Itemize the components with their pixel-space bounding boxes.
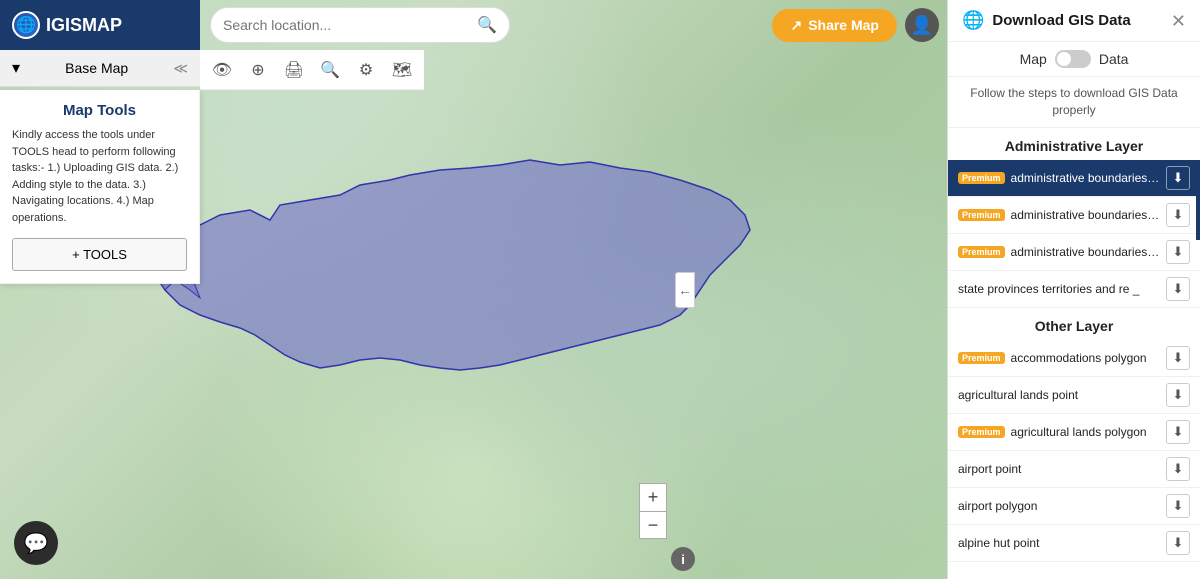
panel-collapse-arrow[interactable]: ←: [675, 272, 695, 308]
admin-layer-item-2[interactable]: Premium administrative boundaries provin…: [948, 234, 1200, 271]
expand-icon: ▾: [12, 58, 20, 78]
map-area[interactable]: 🌐 IGISMAP 🔍 ↗ Share Map 👤 ▾ Base Map ≪ 👁…: [0, 0, 947, 579]
other-download-icon-5[interactable]: ⬇: [1166, 531, 1190, 555]
other-layer-item-3[interactable]: airport point ⬇: [948, 451, 1200, 488]
tools-button[interactable]: + TOOLS: [12, 238, 187, 271]
other-download-icon-0[interactable]: ⬇: [1166, 346, 1190, 370]
logo-area: 🌐 IGISMAP: [0, 0, 200, 50]
sidebar-header-left: 🌐 Download GIS Data: [962, 10, 1131, 31]
other-layer-name-2: agricultural lands polygon: [1011, 425, 1160, 439]
admin-layer-item-3[interactable]: state provinces territories and re _ ⬇: [948, 271, 1200, 308]
chat-bubble-button[interactable]: 💬: [14, 521, 58, 565]
basemap-label: Base Map: [65, 60, 128, 76]
share-map-label: Share Map: [808, 17, 879, 33]
sidebar-title: Download GIS Data: [992, 12, 1130, 29]
download-icon-2[interactable]: ⬇: [1166, 240, 1190, 264]
other-premium-badge-0: Premium: [958, 352, 1005, 364]
print-icon[interactable]: 🖨: [280, 56, 308, 84]
zoom-in-button[interactable]: +: [639, 483, 667, 511]
premium-badge-1: Premium: [958, 209, 1005, 221]
premium-badge-0: Premium: [958, 172, 1005, 184]
admin-layer-name-2: administrative boundaries provin...: [1011, 245, 1160, 259]
download-icon-3[interactable]: ⬇: [1166, 277, 1190, 301]
sidebar-globe-icon: 🌐: [962, 10, 984, 31]
other-layer-name-0: accommodations polygon: [1011, 351, 1160, 365]
other-layer-item-2[interactable]: Premium agricultural lands polygon ⬇: [948, 414, 1200, 451]
other-layer-item-0[interactable]: Premium accommodations polygon ⬇: [948, 340, 1200, 377]
share-icon: ↗: [790, 17, 802, 34]
toggle-knob: [1057, 52, 1071, 66]
download-icon-1[interactable]: ⬇: [1166, 203, 1190, 227]
admin-layer-item-0[interactable]: Premium administrative boundaries nation…: [948, 160, 1200, 197]
other-download-icon-2[interactable]: ⬇: [1166, 420, 1190, 444]
zoom-controls: + −: [639, 483, 667, 539]
other-section-header: Other Layer: [948, 308, 1200, 340]
sidebar-accent-bar: [1196, 160, 1200, 240]
premium-badge-2: Premium: [958, 246, 1005, 258]
follow-steps-text: Follow the steps to download GIS Data pr…: [948, 77, 1200, 128]
admin-layer-name-0: administrative boundaries nation _: [1011, 171, 1160, 185]
search-icon[interactable]: 🔍: [477, 15, 497, 35]
app-name: IGISMAP: [46, 15, 122, 36]
collapse-icon: ≪: [173, 60, 188, 77]
search-bar[interactable]: 🔍: [210, 7, 510, 43]
target-icon[interactable]: ⊕: [244, 56, 272, 84]
user-icon: 👤: [911, 15, 933, 36]
sidebar-header: 🌐 Download GIS Data ✕: [948, 0, 1200, 42]
toggle-map-label: Map: [1020, 51, 1047, 67]
map-tools-description: Kindly access the tools under TOOLS head…: [12, 127, 187, 226]
other-layer-item-5[interactable]: alpine hut point ⬇: [948, 525, 1200, 562]
other-premium-badge-2: Premium: [958, 426, 1005, 438]
other-layer-name-4: airport polygon: [958, 499, 1160, 513]
admin-layer-name-3: state provinces territories and re _: [958, 282, 1160, 296]
logo-globe-icon: 🌐: [12, 11, 40, 39]
other-download-icon-4[interactable]: ⬇: [1166, 494, 1190, 518]
user-avatar[interactable]: 👤: [905, 8, 939, 42]
search-input[interactable]: [223, 17, 477, 33]
map-tools-panel: Map Tools Kindly access the tools under …: [0, 90, 200, 284]
basemap-section: ▾ Base Map ≪: [0, 50, 200, 87]
map-data-toggle-switch[interactable]: [1055, 50, 1091, 68]
admin-layer-name-1: administrative boundaries polygon: [1011, 208, 1160, 222]
sidebar-content[interactable]: Administrative Layer Premium administrat…: [948, 128, 1200, 579]
admin-layer-item-1[interactable]: Premium administrative boundaries polygo…: [948, 197, 1200, 234]
share-map-button[interactable]: ↗ Share Map: [772, 9, 897, 42]
map-tools-title: Map Tools: [12, 102, 187, 119]
sidebar-close-button[interactable]: ✕: [1171, 12, 1186, 30]
info-button[interactable]: i: [671, 547, 695, 571]
settings-icon[interactable]: ⚙: [352, 56, 380, 84]
download-icon-0[interactable]: ⬇: [1166, 166, 1190, 190]
layers-icon[interactable]: 🗺: [388, 56, 416, 84]
other-download-icon-1[interactable]: ⬇: [1166, 383, 1190, 407]
basemap-toggle[interactable]: ▾ Base Map ≪: [0, 50, 200, 87]
other-download-icon-3[interactable]: ⬇: [1166, 457, 1190, 481]
zoom-search-icon[interactable]: 🔍: [316, 56, 344, 84]
map-data-toggle-row: Map Data: [948, 42, 1200, 77]
other-layer-name-1: agricultural lands point: [958, 388, 1160, 402]
other-layer-name-3: airport point: [958, 462, 1160, 476]
other-layer-name-5: alpine hut point: [958, 536, 1160, 550]
other-layer-item-4[interactable]: airport polygon ⬇: [948, 488, 1200, 525]
sidebar-panel: 🌐 Download GIS Data ✕ Map Data Follow th…: [947, 0, 1200, 579]
visibility-icon[interactable]: 👁: [208, 56, 236, 84]
other-layer-item-1[interactable]: agricultural lands point ⬇: [948, 377, 1200, 414]
admin-section-header: Administrative Layer: [948, 128, 1200, 160]
zoom-out-button[interactable]: −: [639, 511, 667, 539]
toggle-data-label: Data: [1099, 51, 1129, 67]
map-controls-bar: 👁 ⊕ 🖨 🔍 ⚙ 🗺: [200, 50, 424, 90]
